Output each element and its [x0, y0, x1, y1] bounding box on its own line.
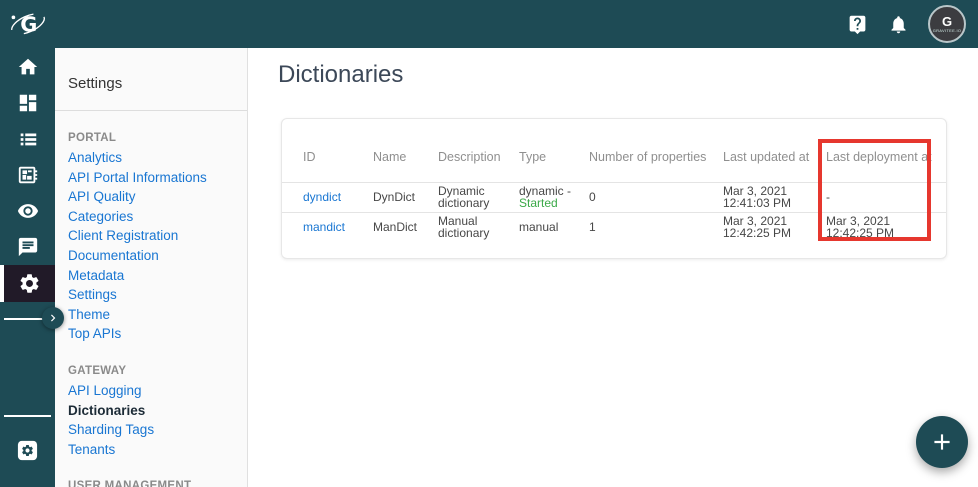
rail-item-gateways[interactable] [0, 157, 55, 193]
avatar-letter: G [942, 15, 952, 28]
column-header-id: ID [303, 152, 373, 164]
updated-time: 12:42:25 PM [723, 228, 818, 240]
cell-name: DynDict [373, 192, 438, 204]
table-header-row: ID Name Description Type Number of prope… [282, 119, 946, 182]
help-icon[interactable] [846, 13, 868, 35]
org-settings-icon [16, 439, 39, 462]
section-label-gateway: GATEWAY [68, 365, 247, 377]
cell-properties-count: 0 [589, 192, 723, 204]
rail-item-audit[interactable] [0, 193, 55, 229]
chat-icon [17, 236, 39, 258]
sidebar-item-sharding-tags[interactable]: Sharding Tags [68, 420, 247, 440]
rail-item-apis[interactable] [0, 85, 55, 121]
sidebar-item-dictionaries[interactable]: Dictionaries [68, 401, 247, 421]
sidebar-item-theme[interactable]: Theme [68, 305, 247, 325]
cell-last-updated: Mar 3, 2021 12:41:03 PM [723, 186, 826, 209]
settings-side-panel: Settings PORTAL Analytics API Portal Inf… [55, 48, 248, 487]
topbar-actions: G GRAVITEE.IO [846, 5, 978, 43]
updated-time: 12:41:03 PM [723, 198, 818, 210]
column-header-last-deployment-at: Last deployment at [826, 152, 946, 164]
rail-item-applications[interactable] [0, 121, 55, 157]
status-badge-started: Started [519, 198, 581, 210]
sidebar-item-analytics[interactable]: Analytics [68, 148, 247, 168]
dashboard-grid-icon [17, 92, 39, 114]
user-avatar[interactable]: G GRAVITEE.IO [928, 5, 966, 43]
sidebar-item-client-registration[interactable]: Client Registration [68, 226, 247, 246]
cell-type: dynamic - Started [519, 186, 589, 209]
avatar-caption: GRAVITEE.IO [933, 28, 962, 34]
cell-description: Manual dictionary [438, 216, 519, 239]
dictionaries-table-card: ID Name Description Type Number of prope… [281, 118, 947, 259]
table-row-mandict: mandict ManDict Manual dictionary manual… [282, 212, 946, 242]
deployed-date: - [826, 192, 938, 204]
cell-last-deployment: - [826, 192, 946, 204]
section-label-user-management: USER MANAGEMENT [68, 480, 247, 487]
cell-properties-count: 1 [589, 222, 723, 234]
settings-nav: PORTAL Analytics API Portal Informations… [55, 132, 247, 487]
column-header-type: Type [519, 152, 589, 164]
top-bar: G G GRAVITEE.IO [0, 0, 978, 48]
section-label-portal: PORTAL [68, 132, 247, 144]
icon-rail-sidebar [0, 48, 55, 487]
sidebar-item-categories[interactable]: Categories [68, 207, 247, 227]
sidebar-item-documentation[interactable]: Documentation [68, 246, 247, 266]
sidebar-item-top-apis[interactable]: Top APIs [68, 324, 247, 344]
sidebar-item-api-logging[interactable]: API Logging [68, 381, 247, 401]
dictionary-link-dyndict[interactable]: dyndict [303, 190, 341, 204]
panel-title: Settings [55, 48, 247, 92]
sidebar-item-metadata[interactable]: Metadata [68, 266, 247, 286]
gravitee-logo[interactable]: G [0, 0, 55, 48]
column-header-number-of-properties: Number of properties [589, 152, 723, 164]
add-dictionary-fab-button[interactable] [916, 416, 968, 468]
column-header-name: Name [373, 152, 438, 164]
cell-last-deployment: Mar 3, 2021 12:42:25 PM [826, 216, 946, 239]
notifications-bell-icon[interactable] [887, 13, 909, 35]
column-header-description: Description [438, 152, 519, 164]
rail-item-dashboard[interactable] [0, 49, 55, 85]
rail-divider [4, 415, 51, 417]
sidebar-collapse-button[interactable] [42, 307, 64, 329]
developer-board-icon [17, 164, 39, 186]
table-row-dyndict: dyndict DynDict Dynamic dictionary dynam… [282, 182, 946, 212]
rail-item-settings[interactable] [0, 265, 55, 302]
plus-icon [929, 429, 955, 455]
type-value: manual [519, 222, 581, 234]
settings-gear-icon [18, 272, 41, 295]
main-content: Dictionaries ID Name Description Type Nu… [248, 48, 978, 487]
home-icon [17, 56, 39, 78]
sidebar-item-api-portal-informations[interactable]: API Portal Informations [68, 168, 247, 188]
sidebar-item-api-quality[interactable]: API Quality [68, 187, 247, 207]
cell-name: ManDict [373, 222, 438, 234]
column-header-last-updated-at: Last updated at [723, 152, 826, 164]
cell-type: manual [519, 222, 589, 234]
deployed-time: 12:42:25 PM [826, 228, 938, 240]
sidebar-item-tenants[interactable]: Tenants [68, 440, 247, 460]
gravitee-logo-icon: G [8, 7, 48, 41]
page-title: Dictionaries [278, 61, 978, 89]
eye-icon [17, 200, 39, 222]
rail-item-messages[interactable] [0, 229, 55, 265]
panel-divider [55, 110, 247, 111]
cell-last-updated: Mar 3, 2021 12:42:25 PM [723, 216, 826, 239]
rail-item-organization-settings[interactable] [0, 436, 55, 464]
list-icon [17, 128, 39, 150]
dictionary-link-mandict[interactable]: mandict [303, 220, 345, 234]
chevron-right-icon [46, 311, 60, 325]
sidebar-item-settings[interactable]: Settings [68, 285, 247, 305]
cell-description: Dynamic dictionary [438, 186, 519, 209]
